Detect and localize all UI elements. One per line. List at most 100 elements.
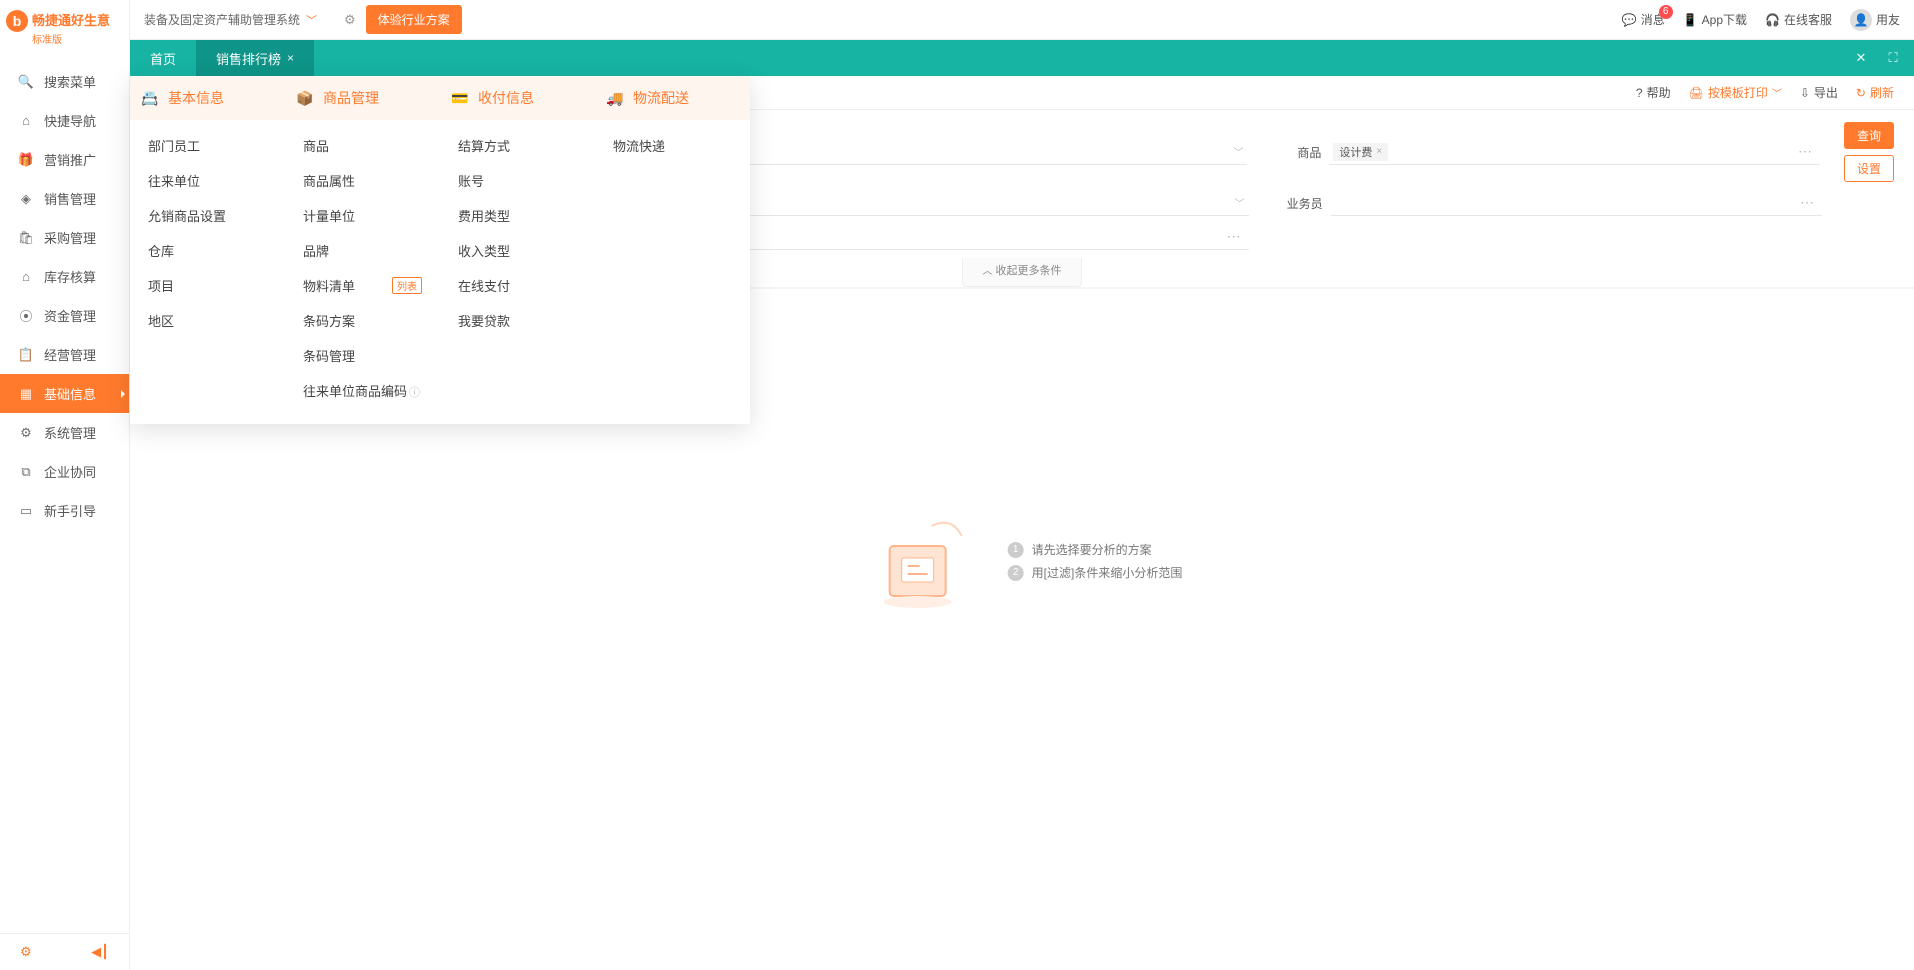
mega-item[interactable]: 我要贷款 bbox=[448, 303, 587, 338]
brand-edition: 标准版 bbox=[32, 31, 110, 46]
home-icon: ⌂ bbox=[18, 113, 34, 129]
product-chip[interactable]: 设计费× bbox=[1333, 143, 1388, 161]
tab-sales-ranking[interactable]: 销售排行榜 × bbox=[196, 40, 314, 76]
mega-item[interactable]: 物流快递 bbox=[603, 128, 742, 163]
sidebar-item-1[interactable]: ⌂快捷导航 bbox=[0, 101, 129, 140]
sidebar-item-8[interactable]: ▦基础信息 bbox=[0, 374, 129, 413]
app-download-link[interactable]: 📱 App下载 bbox=[1683, 11, 1747, 28]
mega-item[interactable]: 往来单位 bbox=[138, 163, 277, 198]
online-service-link[interactable]: 🎧 在线客服 bbox=[1765, 11, 1832, 28]
mega-item-label: 地区 bbox=[148, 311, 174, 330]
brand-logo-icon: b bbox=[6, 10, 28, 32]
refresh-action[interactable]: ↻刷新 bbox=[1856, 84, 1894, 101]
mega-item[interactable]: 结算方式 bbox=[448, 128, 587, 163]
mega-item-label: 条码方案 bbox=[303, 311, 355, 330]
collapse-sidebar-icon[interactable]: ◀┃ bbox=[91, 944, 109, 960]
mega-item-label: 条码管理 bbox=[303, 346, 355, 365]
user-menu[interactable]: 👤 用友 bbox=[1850, 9, 1900, 31]
step-1-number: 1 bbox=[1008, 542, 1024, 558]
settings-icon[interactable]: ⚙ bbox=[20, 944, 32, 960]
sidebar-item-10[interactable]: ⧉ 企业协同 bbox=[0, 452, 129, 491]
sidebar-item-0[interactable]: 🔍搜索菜单 bbox=[0, 62, 129, 101]
query-button[interactable]: 查询 bbox=[1844, 122, 1894, 149]
mega-item[interactable]: 部门员工 bbox=[138, 128, 277, 163]
chevron-down-icon: ﹀ bbox=[1235, 195, 1245, 210]
mega-item-label: 商品属性 bbox=[303, 171, 355, 190]
sidebar-item-6[interactable]: ⦿资金管理 bbox=[0, 296, 129, 335]
system-selector[interactable]: 装备及固定资产辅助管理系统 ﹀ bbox=[144, 11, 334, 28]
warehouse-icon: ⌂ bbox=[18, 269, 34, 285]
sidebar-item-label: 经营管理 bbox=[44, 345, 96, 364]
mega-item[interactable]: 仓库 bbox=[138, 233, 277, 268]
gift-icon: 🎁 bbox=[18, 152, 34, 168]
sidebar-item-7[interactable]: 📋 经营管理 bbox=[0, 335, 129, 374]
mega-item[interactable]: 收入类型 bbox=[448, 233, 587, 268]
mega-item[interactable]: 品牌 bbox=[293, 233, 432, 268]
mega-item-label: 物流快递 bbox=[613, 136, 665, 155]
mega-column-1: 📦 商品管理商品商品属性计量单位品牌物料清单列表条码方案条码管理往来单位商品编码ⓘ bbox=[285, 76, 440, 408]
search-icon: 🔍 bbox=[18, 74, 34, 90]
sidebar-item-label: 营销推广 bbox=[44, 150, 96, 169]
mega-column-2: 💳收付信息结算方式账号费用类型收入类型在线支付我要贷款 bbox=[440, 76, 595, 408]
sidebar-item-9[interactable]: ⚙系统管理 bbox=[0, 413, 129, 452]
money-icon: ⦿ bbox=[18, 308, 34, 324]
product-input[interactable]: 设计费× ⋯ bbox=[1329, 139, 1820, 165]
fullscreen-icon[interactable]: ⛶ bbox=[1882, 47, 1904, 69]
export-icon: ⇩ bbox=[1800, 86, 1810, 100]
mega-item[interactable]: 允销商品设置 bbox=[138, 198, 277, 233]
mega-item[interactable]: 商品 bbox=[293, 128, 432, 163]
export-action[interactable]: ⇩导出 bbox=[1800, 84, 1838, 101]
mega-header-icon: 💳 bbox=[450, 88, 470, 108]
mega-item[interactable]: 计量单位 bbox=[293, 198, 432, 233]
print-action[interactable]: 🖨按模板打印﹀ bbox=[1689, 84, 1782, 101]
chip-remove-icon[interactable]: × bbox=[1376, 146, 1382, 157]
empty-illustration bbox=[862, 506, 982, 616]
mega-item-label: 结算方式 bbox=[458, 136, 510, 155]
mega-item[interactable]: 条码管理 bbox=[293, 338, 432, 373]
more-icon[interactable]: ⋯ bbox=[1796, 194, 1818, 211]
print-icon: 🖨 bbox=[1689, 86, 1704, 100]
tab-close-icon[interactable]: × bbox=[287, 51, 294, 65]
mega-item[interactable]: 账号 bbox=[448, 163, 587, 198]
help-action[interactable]: ?帮助 bbox=[1636, 84, 1671, 101]
sidebar-item-label: 企业协同 bbox=[44, 462, 96, 481]
messages-link[interactable]: 💬 消息 6 bbox=[1622, 11, 1665, 28]
salesperson-input[interactable]: ⋯ bbox=[1331, 190, 1822, 216]
sidebar-item-label: 采购管理 bbox=[44, 228, 96, 247]
sidebar-item-3[interactable]: ◈销售管理 bbox=[0, 179, 129, 218]
industry-plan-button[interactable]: 体验行业方案 bbox=[366, 5, 462, 34]
sidebar-item-label: 基础信息 bbox=[44, 384, 96, 403]
sidebar-item-11[interactable]: ▭新手引导 bbox=[0, 491, 129, 530]
mega-item-label: 计量单位 bbox=[303, 206, 355, 225]
collapse-filters-toggle[interactable]: ︿ 收起更多条件 bbox=[962, 258, 1082, 287]
system-settings-icon[interactable]: ⚙ bbox=[344, 12, 356, 28]
mega-item[interactable]: 地区 bbox=[138, 303, 277, 338]
headset-icon: 🎧 bbox=[1765, 13, 1780, 27]
mega-item[interactable]: 往来单位商品编码ⓘ bbox=[293, 373, 432, 408]
mega-item-label: 往来单位商品编码ⓘ bbox=[303, 381, 420, 400]
book-icon: ▭ bbox=[18, 503, 34, 519]
mega-item-label: 往来单位 bbox=[148, 171, 200, 190]
mega-item[interactable]: 费用类型 bbox=[448, 198, 587, 233]
sidebar-item-5[interactable]: ⌂ 库存核算 bbox=[0, 257, 129, 296]
close-all-tabs-icon[interactable]: ✕ bbox=[1850, 47, 1872, 69]
mega-column-title: 商品管理 bbox=[323, 88, 379, 108]
link-icon: ⧉ bbox=[18, 464, 34, 480]
mega-item[interactable]: 商品属性 bbox=[293, 163, 432, 198]
mega-item[interactable]: 物料清单列表 bbox=[293, 268, 432, 303]
sidebar-item-4[interactable]: 🛍采购管理 bbox=[0, 218, 129, 257]
mega-item[interactable]: 在线支付 bbox=[448, 268, 587, 303]
sidebar-item-2[interactable]: 🎁 营销推广 bbox=[0, 140, 129, 179]
filter-settings-button[interactable]: 设置 bbox=[1844, 155, 1894, 182]
mega-header-icon: 📦 bbox=[295, 88, 315, 108]
more-icon[interactable]: ⋯ bbox=[1223, 228, 1245, 245]
clipboard-icon: 📋 bbox=[18, 347, 34, 363]
mega-column-3: 🚚物流配送物流快递 bbox=[595, 76, 750, 408]
sidebar-item-label: 库存核算 bbox=[44, 267, 96, 286]
tab-home[interactable]: 首页 bbox=[130, 40, 196, 76]
more-icon[interactable]: ⋯ bbox=[1794, 143, 1816, 160]
help-icon[interactable]: ⓘ bbox=[409, 387, 420, 399]
mega-item[interactable]: 条码方案 bbox=[293, 303, 432, 338]
help-icon: ? bbox=[1636, 86, 1643, 100]
mega-item[interactable]: 项目 bbox=[138, 268, 277, 303]
